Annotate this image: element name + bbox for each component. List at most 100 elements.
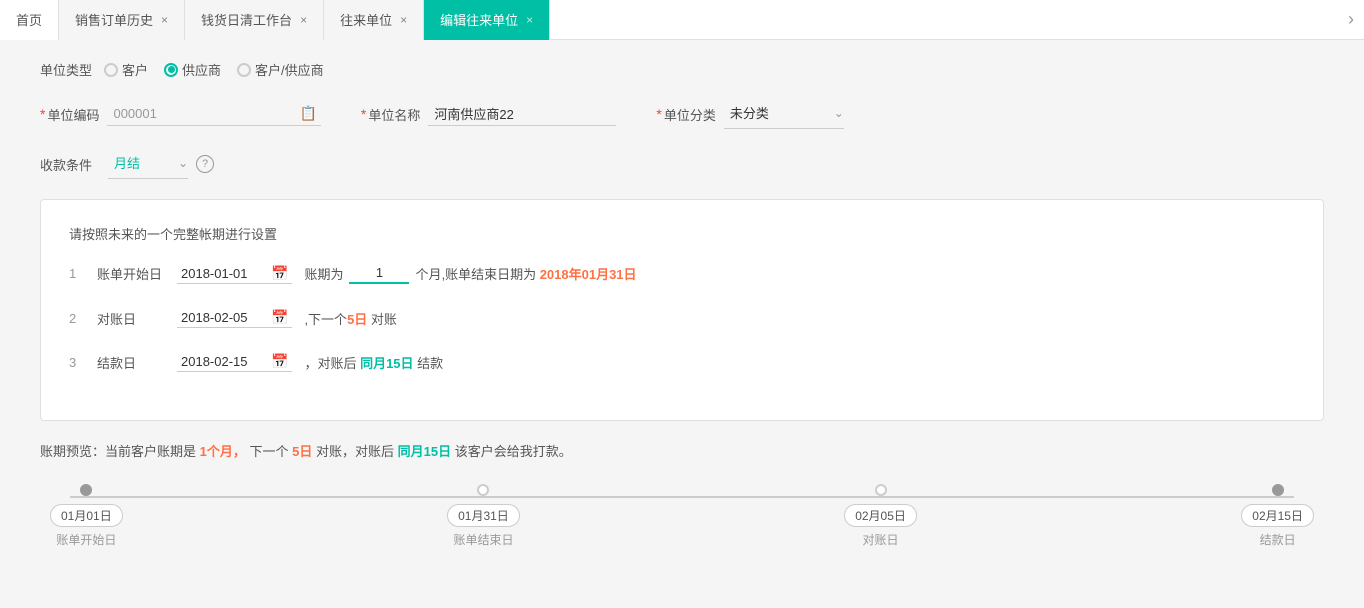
unit-category-value: 未分类 bbox=[724, 99, 834, 126]
tabs-expand-button[interactable]: › bbox=[1338, 9, 1364, 30]
unit-code-required: * bbox=[40, 106, 45, 122]
preview-highlight2: 5日 bbox=[292, 444, 312, 459]
timeline-node-2: 01月31日 账单结束日 bbox=[447, 484, 520, 548]
payment-condition-row: 收款条件 月结 ⌄ ? bbox=[40, 149, 1324, 179]
tabs-bar: 首页 销售订单历史 × 钱货日清工作台 × 往来单位 × 编辑往来单位 × › bbox=[0, 0, 1364, 40]
step-label-3: 结款日 bbox=[97, 353, 177, 372]
unit-type-group: 单位类型 客户 供应商 客户/供应商 bbox=[40, 60, 324, 79]
unit-info-row: * 单位编码 📋 * 单位名称 * 单位分类 未分类 ⌄ bbox=[40, 99, 1324, 129]
unit-name-required: * bbox=[361, 106, 366, 122]
timeline-label-1: 账单开始日 bbox=[56, 531, 116, 548]
tab-sales-history-close[interactable]: × bbox=[161, 13, 168, 27]
unit-type-row: 单位类型 客户 供应商 客户/供应商 bbox=[40, 60, 1324, 79]
payment-cond-arrow-icon[interactable]: ⌄ bbox=[178, 156, 188, 170]
step-2-suffix: ,下一个5日 对账 bbox=[304, 309, 396, 328]
step-number-3: 3 bbox=[69, 355, 97, 370]
step-1-suffix-post: 个月,账单结束日期为 2018年01月31日 bbox=[415, 264, 636, 283]
radio-both-label: 客户/供应商 bbox=[255, 60, 324, 79]
settings-card: 请按照未来的一个完整帐期进行设置 1 账单开始日 📅 账期为 个月,账单结束日期… bbox=[40, 199, 1324, 421]
end-date-highlight: 2018年01月31日 bbox=[540, 267, 637, 282]
copy-icon[interactable]: 📋 bbox=[295, 105, 320, 122]
step-number-1: 1 bbox=[69, 266, 97, 281]
radio-customer-label: 客户 bbox=[122, 60, 148, 79]
unit-code-group: * 单位编码 📋 bbox=[40, 102, 321, 126]
timeline-badge-4: 02月15日 bbox=[1241, 504, 1314, 527]
step-1-suffix-pre: 账期为 bbox=[304, 264, 343, 283]
preview-middle2: 对账，对账后 bbox=[316, 444, 394, 459]
unit-category-select[interactable]: 未分类 ⌄ bbox=[724, 99, 844, 129]
timeline-label-4: 结款日 bbox=[1260, 531, 1296, 548]
timeline-label-2: 账单结束日 bbox=[453, 531, 513, 548]
unit-category-group: * 单位分类 未分类 ⌄ bbox=[656, 99, 843, 129]
radio-both-circle bbox=[237, 63, 251, 77]
preview-section: 账期预览：当前客户账期是 1个月， 下一个 5日 对账，对账后 同月15日 该客… bbox=[40, 441, 1324, 460]
timeline-badge-3: 02月05日 bbox=[844, 504, 917, 527]
tab-partner-label: 往来单位 bbox=[340, 10, 392, 29]
unit-name-group: * 单位名称 bbox=[361, 102, 616, 126]
step-2-highlight: 5日 bbox=[347, 312, 367, 327]
timeline-dot-3 bbox=[875, 484, 887, 496]
timeline-badge-2: 01月31日 bbox=[447, 504, 520, 527]
timeline-points: 01月01日 账单开始日 01月31日 账单结束日 02月05日 对账日 02月… bbox=[50, 484, 1314, 548]
step-label-1: 账单开始日 bbox=[97, 264, 177, 283]
step-3-suffix: ，对账后 同月15日 结款 bbox=[304, 353, 443, 372]
step-1-date-input: 📅 bbox=[177, 264, 292, 284]
tab-edit-partner[interactable]: 编辑往来单位 × bbox=[424, 0, 550, 40]
tab-sales-history[interactable]: 销售订单历史 × bbox=[59, 0, 185, 40]
radio-both[interactable]: 客户/供应商 bbox=[237, 60, 324, 79]
step-row-2: 2 对账日 📅 ,下一个5日 对账 bbox=[69, 308, 1295, 328]
tab-cash-work-close[interactable]: × bbox=[300, 13, 307, 27]
step-label-2: 对账日 bbox=[97, 309, 177, 328]
timeline-node-1: 01月01日 账单开始日 bbox=[50, 484, 123, 548]
unit-code-label: 单位编码 bbox=[47, 105, 99, 124]
timeline-dot-4 bbox=[1272, 484, 1284, 496]
tab-partner-close[interactable]: × bbox=[400, 13, 407, 27]
timeline-dot-2 bbox=[477, 484, 489, 496]
timeline-dot-1 bbox=[80, 484, 92, 496]
unit-code-input[interactable] bbox=[107, 102, 295, 125]
radio-supplier-circle bbox=[164, 63, 178, 77]
unit-type-label: 单位类型 bbox=[40, 60, 92, 79]
step-2-date-field[interactable] bbox=[177, 308, 267, 327]
radio-supplier[interactable]: 供应商 bbox=[164, 60, 221, 79]
timeline-label-3: 对账日 bbox=[863, 531, 899, 548]
main-content: 单位类型 客户 供应商 客户/供应商 * 单位编码 bbox=[0, 40, 1364, 608]
step-1-calendar-icon[interactable]: 📅 bbox=[267, 265, 292, 282]
tab-home[interactable]: 首页 bbox=[0, 0, 59, 40]
unit-name-label: 单位名称 bbox=[368, 105, 420, 124]
preview-suffix: 该客户会给我打款。 bbox=[455, 444, 572, 459]
help-icon[interactable]: ? bbox=[196, 155, 214, 173]
tab-cash-work-label: 钱货日清工作台 bbox=[201, 10, 292, 29]
radio-customer[interactable]: 客户 bbox=[104, 60, 148, 79]
payment-cond-label: 收款条件 bbox=[40, 155, 92, 174]
unit-category-label: 单位分类 bbox=[664, 105, 716, 124]
step-number-2: 2 bbox=[69, 311, 97, 326]
period-input[interactable] bbox=[349, 263, 409, 284]
unit-code-input-wrapper: 📋 bbox=[107, 102, 320, 126]
step-3-highlight: 同月15日 bbox=[360, 356, 413, 371]
tab-edit-partner-close[interactable]: × bbox=[526, 13, 533, 27]
timeline-badge-1: 01月01日 bbox=[50, 504, 123, 527]
tab-home-label: 首页 bbox=[16, 10, 42, 29]
payment-cond-select[interactable]: 月结 ⌄ bbox=[108, 149, 188, 179]
preview-prefix: 账期预览：当前客户账期是 bbox=[40, 444, 196, 459]
timeline-node-4: 02月15日 结款日 bbox=[1241, 484, 1314, 548]
step-row-3: 3 结款日 📅 ，对账后 同月15日 结款 bbox=[69, 352, 1295, 372]
step-3-calendar-icon[interactable]: 📅 bbox=[267, 353, 292, 370]
payment-cond-value: 月结 bbox=[108, 149, 178, 176]
step-2-date-input: 📅 bbox=[177, 308, 292, 328]
step-2-calendar-icon[interactable]: 📅 bbox=[267, 309, 292, 326]
preview-highlight1: 1个月， bbox=[200, 444, 246, 459]
unit-name-input[interactable] bbox=[428, 102, 616, 126]
tab-partner[interactable]: 往来单位 × bbox=[324, 0, 424, 40]
tab-cash-work[interactable]: 钱货日清工作台 × bbox=[185, 0, 324, 40]
timeline-container: 01月01日 账单开始日 01月31日 账单结束日 02月05日 对账日 02月… bbox=[50, 484, 1314, 548]
step-3-date-input: 📅 bbox=[177, 352, 292, 372]
step-1-date-field[interactable] bbox=[177, 264, 267, 283]
tab-sales-history-label: 销售订单历史 bbox=[75, 10, 153, 29]
unit-category-arrow-icon[interactable]: ⌄ bbox=[834, 106, 844, 120]
unit-category-required: * bbox=[656, 106, 661, 122]
card-title: 请按照未来的一个完整帐期进行设置 bbox=[69, 224, 1295, 243]
step-3-date-field[interactable] bbox=[177, 352, 267, 371]
preview-highlight3: 同月15日 bbox=[398, 444, 451, 459]
